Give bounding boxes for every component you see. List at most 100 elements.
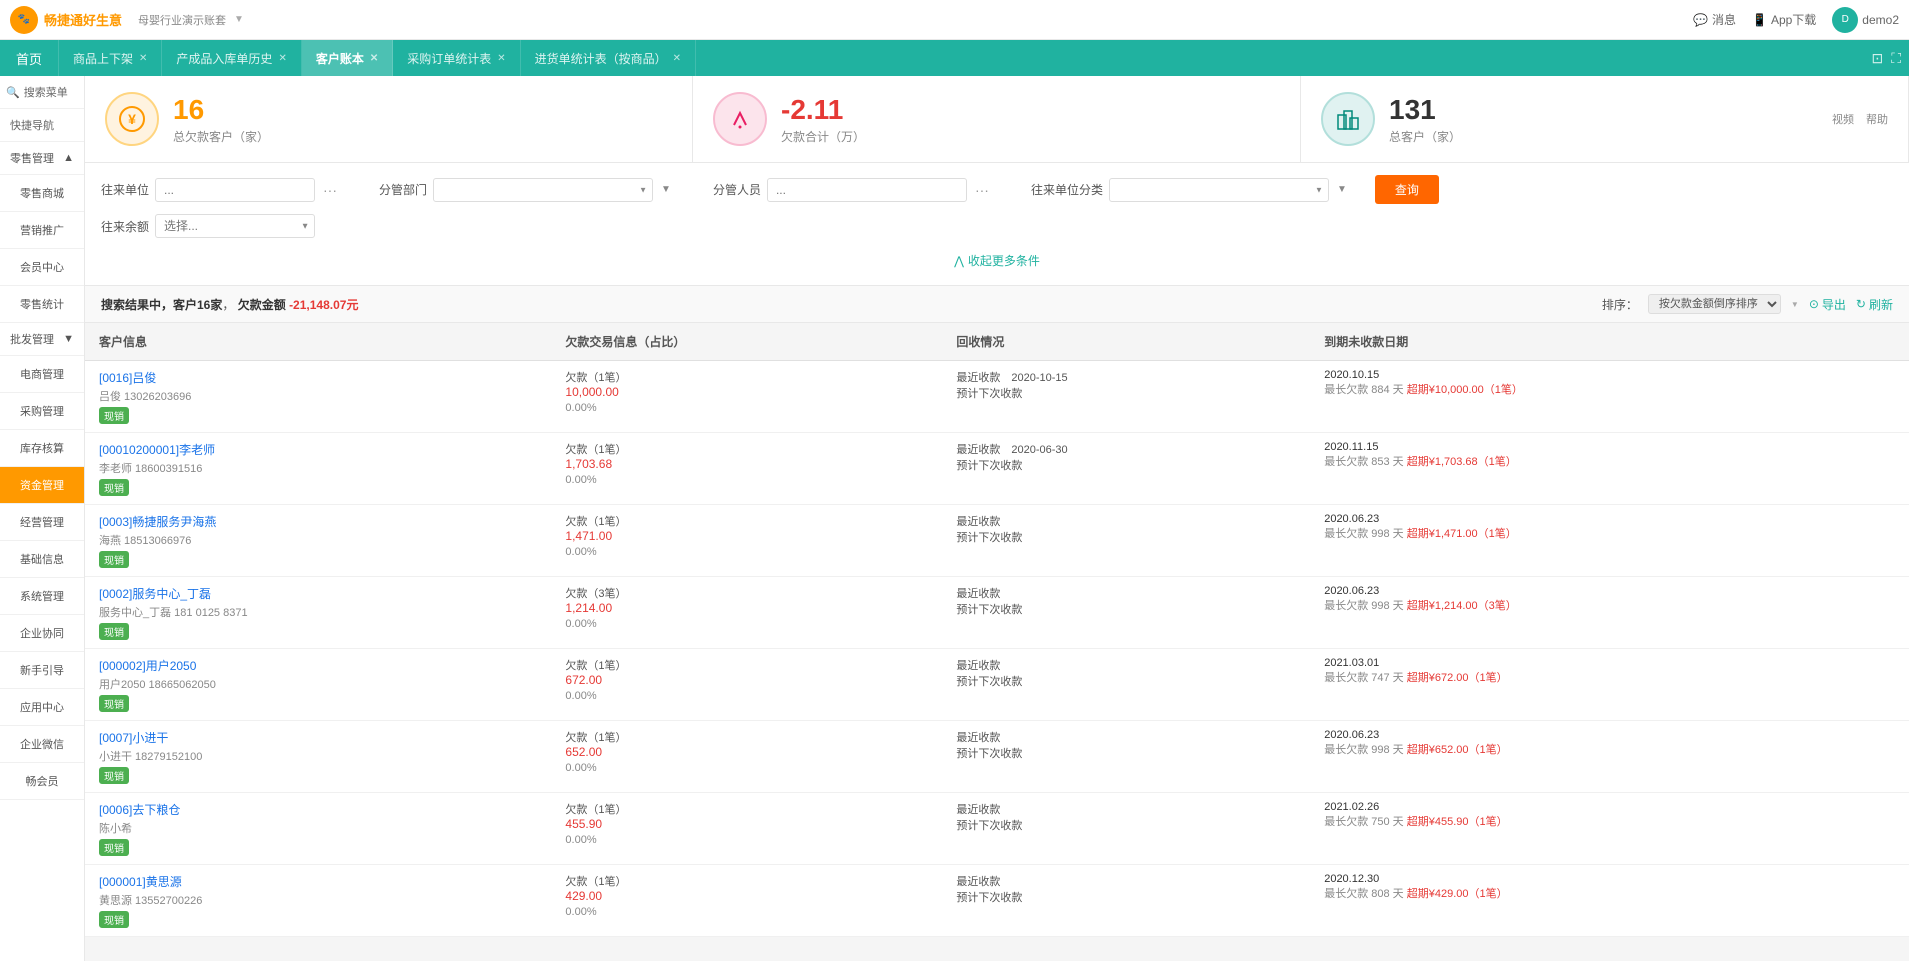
sidebar-item-member[interactable]: 畅会员 bbox=[0, 763, 84, 800]
tab-purchase-stats-by-product-close[interactable]: ✕ bbox=[673, 53, 681, 64]
customer-name-link-3[interactable]: [0002]服务中心_丁磊 bbox=[99, 587, 211, 601]
overdue-link-3[interactable]: 超期¥1,214.00（3笔） bbox=[1407, 600, 1517, 612]
sort-select[interactable]: 按欠款金额倒序排序 bbox=[1648, 294, 1781, 314]
sidebar-item-inventory[interactable]: 库存核算 bbox=[0, 430, 84, 467]
tab-customer-ledger[interactable]: 客户账本 ✕ bbox=[302, 40, 393, 76]
customer-phone-4: 用户2050 18665062050 bbox=[99, 676, 537, 692]
overdue-days-5: 最长欠款 998 天 超期¥652.00（1笔） bbox=[1324, 741, 1895, 757]
sidebar-item-enterprise-collab[interactable]: 企业协同 bbox=[0, 615, 84, 652]
sidebar-item-finance[interactable]: 资金管理 bbox=[0, 467, 84, 504]
td-collection-0: 最近收款 2020-10-15 预计下次收款 bbox=[942, 361, 1310, 433]
customer-name-link-7[interactable]: [000001]黄思源 bbox=[99, 875, 182, 889]
sidebar-item-retail-mgmt[interactable]: 零售管理 ▲ bbox=[0, 142, 84, 175]
sidebar-item-retail-stats[interactable]: 零售统计 bbox=[0, 286, 84, 323]
customer-name-link-4[interactable]: [000002]用户2050 bbox=[99, 659, 196, 673]
overdue-link-1[interactable]: 超期¥1,703.68（1笔） bbox=[1407, 456, 1517, 468]
filter-select-dept[interactable] bbox=[433, 178, 653, 202]
company-name: 母婴行业演示账套 bbox=[138, 12, 226, 28]
chevron-icon: ▼ bbox=[1791, 300, 1799, 309]
refresh-button[interactable]: ↻ 刷新 bbox=[1856, 296, 1893, 313]
export-button[interactable]: ⊙ 导出 bbox=[1809, 296, 1846, 313]
video-link[interactable]: 视频 bbox=[1832, 111, 1854, 127]
tab-customer-ledger-close[interactable]: ✕ bbox=[370, 53, 378, 64]
sidebar-purchase-label: 采购管理 bbox=[20, 406, 64, 418]
sidebar-system-label: 系统管理 bbox=[20, 591, 64, 603]
nav-restore-icon[interactable]: ⊡ bbox=[1871, 50, 1883, 67]
app-icon: 📱 bbox=[1752, 13, 1767, 27]
tab-production-history[interactable]: 产成品入库单历史 ✕ bbox=[162, 40, 301, 76]
td-collection-3: 最近收款 预计下次收款 bbox=[942, 577, 1310, 649]
overdue-link-0[interactable]: 超期¥10,000.00（1笔） bbox=[1407, 384, 1523, 396]
overdue-link-7[interactable]: 超期¥429.00（1笔） bbox=[1407, 888, 1508, 900]
collapse-button[interactable]: ⋀ 收起更多条件 bbox=[954, 252, 1040, 269]
td-customer-3: [0002]服务中心_丁磊 服务中心_丁磊 181 0125 8371 现销 bbox=[85, 577, 551, 649]
sidebar-item-beginner[interactable]: 新手引导 bbox=[0, 652, 84, 689]
debt-count-6: 欠款（1笔） bbox=[565, 801, 928, 817]
sidebar-item-retail-store[interactable]: 零售商城 bbox=[0, 175, 84, 212]
recent-label-5: 最近收款 bbox=[956, 729, 1296, 745]
chevron-down-icon2: ▼ bbox=[63, 333, 74, 345]
sidebar-item-app-center[interactable]: 应用中心 bbox=[0, 689, 84, 726]
sidebar-item-quick-nav[interactable]: 快捷导航 bbox=[0, 109, 84, 142]
sidebar-item-marketing[interactable]: 营销推广 bbox=[0, 212, 84, 249]
tab-home[interactable]: 首页 bbox=[0, 40, 59, 76]
td-collection-7: 最近收款 预计下次收款 bbox=[942, 865, 1310, 937]
sidebar-item-enterprise-wechat[interactable]: 企业微信 bbox=[0, 726, 84, 763]
overdue-link-5[interactable]: 超期¥652.00（1笔） bbox=[1407, 744, 1508, 756]
table-container: 客户信息 欠款交易信息（占比） 回收情况 到期未收款日期 [0016]吕俊 吕俊… bbox=[85, 323, 1909, 961]
sidebar-item-basic-info[interactable]: 基础信息 bbox=[0, 541, 84, 578]
sidebar-basic-info-label: 基础信息 bbox=[20, 554, 64, 566]
sidebar-operations-label: 经营管理 bbox=[20, 517, 64, 529]
tab-production-history-close[interactable]: ✕ bbox=[278, 53, 286, 64]
td-customer-1: [00010200001]李老师 李老师 18600391516 现销 bbox=[85, 433, 551, 505]
help-link[interactable]: 帮助 bbox=[1866, 111, 1888, 127]
tab-product-listing-label: 商品上下架 bbox=[73, 50, 133, 67]
td-customer-6: [0006]去下粮仓 陈小希 现销 bbox=[85, 793, 551, 865]
company-selector-icon[interactable]: ▼ bbox=[234, 14, 244, 25]
results-amount-value: -21,148.07元 bbox=[289, 298, 358, 312]
category-arrow-icon: ▼ bbox=[1337, 184, 1347, 195]
query-button[interactable]: 查询 bbox=[1375, 175, 1439, 204]
debt-count-0: 欠款（1笔） bbox=[565, 369, 928, 385]
message-button[interactable]: 💬 消息 bbox=[1693, 11, 1736, 28]
filter-input-manager[interactable] bbox=[767, 178, 967, 202]
debt-amount-1: 1,703.68 bbox=[565, 457, 928, 471]
sidebar-enterprise-collab-label: 企业协同 bbox=[20, 628, 64, 640]
customer-name-link-2[interactable]: [0003]畅捷服务尹海燕 bbox=[99, 515, 216, 529]
overdue-link-4[interactable]: 超期¥672.00（1笔） bbox=[1407, 672, 1508, 684]
refresh-label: 刷新 bbox=[1869, 296, 1893, 313]
due-date-7: 2020.12.30 bbox=[1324, 873, 1895, 885]
debt-pct-2: 0.00% bbox=[565, 546, 928, 558]
td-due-7: 2020.12.30 最长欠款 808 天 超期¥429.00（1笔） bbox=[1310, 865, 1909, 937]
sidebar-item-operations[interactable]: 经营管理 bbox=[0, 504, 84, 541]
customer-name-link-6[interactable]: [0006]去下粮仓 bbox=[99, 803, 180, 817]
tab-purchase-order-stats-close[interactable]: ✕ bbox=[497, 53, 505, 64]
customer-name-link-1[interactable]: [00010200001]李老师 bbox=[99, 443, 215, 457]
sidebar-item-member-center[interactable]: 会员中心 bbox=[0, 249, 84, 286]
nav-expand-icon[interactable]: ⛶ bbox=[1891, 50, 1901, 67]
sidebar-item-purchase-mgmt[interactable]: 采购管理 bbox=[0, 393, 84, 430]
customer-name-link-0[interactable]: [0016]吕俊 bbox=[99, 371, 156, 385]
sidebar-item-wholesale-mgmt[interactable]: 批发管理 ▼ bbox=[0, 323, 84, 356]
filter-select-balance[interactable] bbox=[155, 214, 315, 238]
sidebar-item-ecommerce[interactable]: 电商管理 bbox=[0, 356, 84, 393]
collapse-icon: ⋀ bbox=[954, 254, 964, 268]
tab-purchase-order-stats[interactable]: 采购订单统计表 ✕ bbox=[393, 40, 520, 76]
tab-product-listing[interactable]: 商品上下架 ✕ bbox=[59, 40, 162, 76]
sidebar-ecommerce-label: 电商管理 bbox=[20, 369, 64, 381]
filter-item-balance: 往来余额 ▼ bbox=[101, 214, 315, 238]
sidebar-search[interactable]: 🔍 搜索菜单 bbox=[0, 76, 84, 109]
user-menu[interactable]: D demo2 bbox=[1832, 7, 1899, 33]
overdue-link-2[interactable]: 超期¥1,471.00（1笔） bbox=[1407, 528, 1517, 540]
overdue-link-6[interactable]: 超期¥455.90（1笔） bbox=[1407, 816, 1508, 828]
filter-select-category[interactable] bbox=[1109, 178, 1329, 202]
tab-purchase-stats-by-product[interactable]: 进货单统计表（按商品） ✕ bbox=[521, 40, 696, 76]
filter-input-partner[interactable] bbox=[155, 178, 315, 202]
tab-product-listing-close[interactable]: ✕ bbox=[139, 53, 147, 64]
sidebar-beginner-label: 新手引导 bbox=[20, 665, 64, 677]
app-download-button[interactable]: 📱 App下载 bbox=[1752, 11, 1816, 28]
sidebar-item-system[interactable]: 系统管理 bbox=[0, 578, 84, 615]
sidebar: 🔍 搜索菜单 快捷导航 零售管理 ▲ 零售商城 营销推广 会员中心 零售统计 批… bbox=[0, 76, 85, 961]
customer-name-link-5[interactable]: [0007]小进干 bbox=[99, 731, 168, 745]
search-icon: 🔍 bbox=[6, 86, 20, 99]
